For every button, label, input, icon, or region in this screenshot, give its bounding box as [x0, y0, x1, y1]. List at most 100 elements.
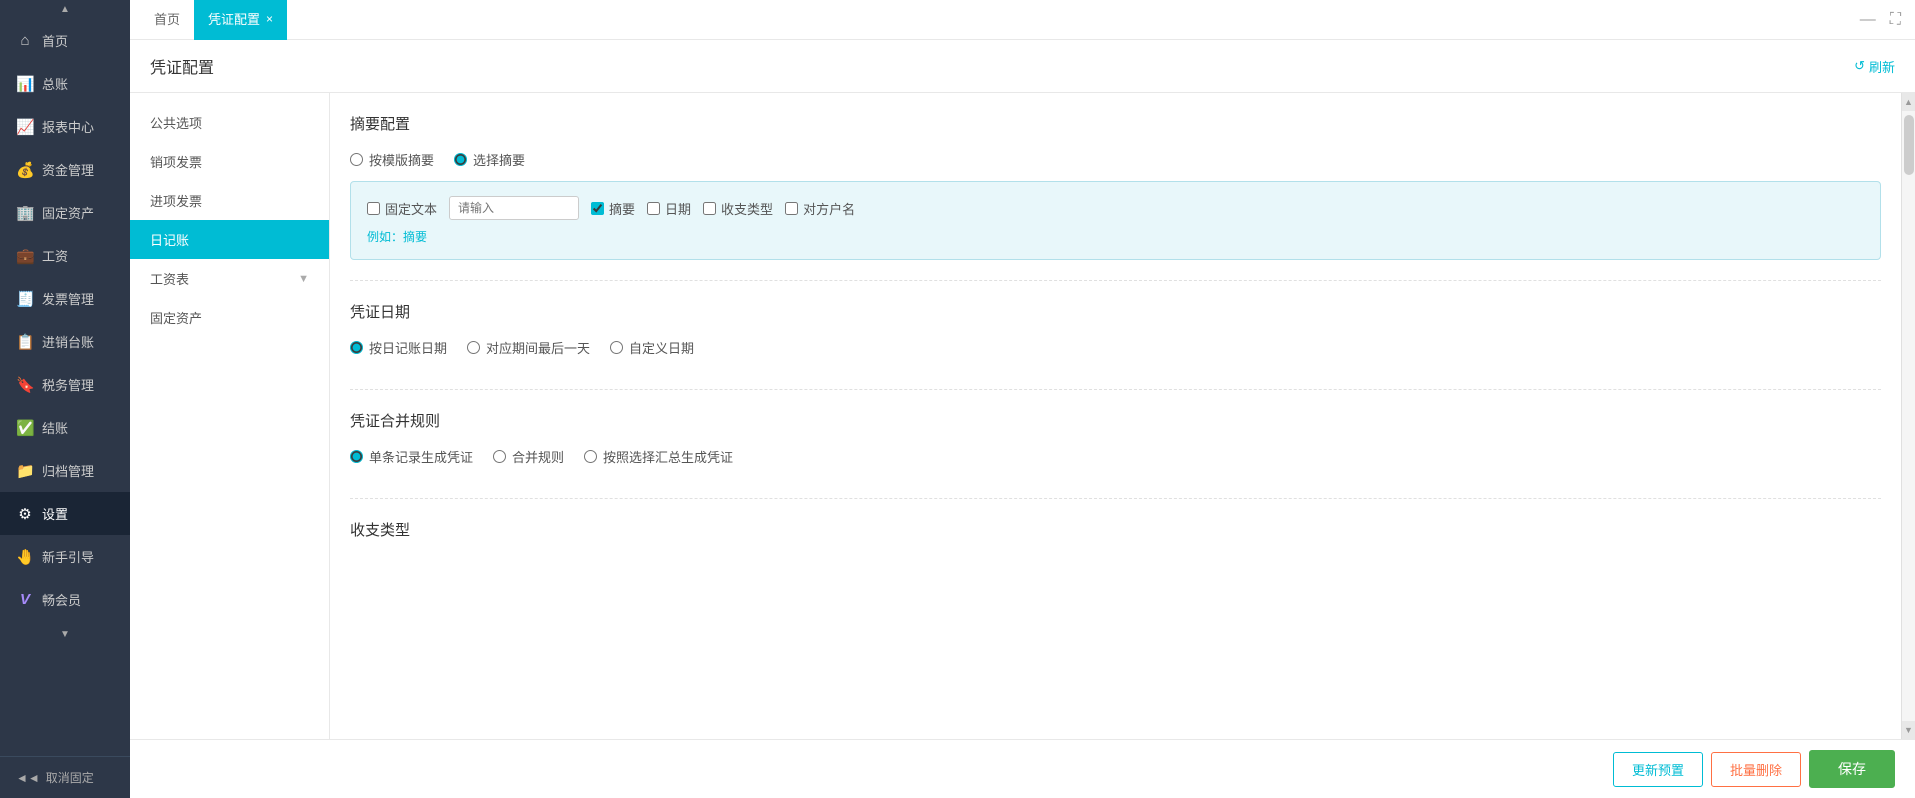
- archive-icon: 📁: [16, 462, 34, 480]
- summary-section-title: 摘要配置: [350, 113, 1881, 134]
- radio-journal-date[interactable]: 按日记账日期: [350, 338, 447, 357]
- footer-buttons: 更新预置 批量删除 保存: [130, 739, 1915, 798]
- tab-bar: 首页 凭证配置 × — ⛶: [130, 0, 1915, 40]
- merge-radio[interactable]: [493, 450, 506, 463]
- merge-rules-radio-group: 单条记录生成凭证 合并规则 按照选择汇总生成凭证: [350, 447, 1881, 466]
- left-nav-salary[interactable]: 工资表 ▼: [130, 259, 329, 298]
- settle-icon: ✅: [16, 419, 34, 437]
- left-nav-purchase[interactable]: 进项发票: [130, 181, 329, 220]
- sidebar-item-tax[interactable]: 🔖 税务管理: [0, 363, 130, 406]
- content-header: 凭证配置 ↺ 刷新: [130, 40, 1915, 93]
- sidebar-item-guide[interactable]: 🤚 新手引导: [0, 535, 130, 578]
- left-nav-public[interactable]: 公共选项: [130, 103, 329, 142]
- sidebar-item-purchase[interactable]: 📋 进销台账: [0, 320, 130, 363]
- checkbox-fixed-text[interactable]: 固定文本: [367, 199, 437, 218]
- funds-icon: 💰: [16, 161, 34, 179]
- summary-checkbox-row: 固定文本 摘要 日期 收支类型: [367, 196, 1864, 220]
- income-type-section: 收支类型: [350, 519, 1881, 576]
- sidebar-bottom: ◄◄ 取消固定: [0, 756, 130, 798]
- unpin-icon: ◄◄: [16, 771, 40, 785]
- summary-radio-group: 按模版摘要 选择摘要: [350, 150, 1881, 169]
- last-day-radio[interactable]: [467, 341, 480, 354]
- tab-controls: — ⛶: [1856, 9, 1905, 31]
- checkbox-income-type[interactable]: 收支类型: [703, 199, 773, 218]
- radio-merge[interactable]: 合并规则: [493, 447, 564, 466]
- summary-checkbox[interactable]: [591, 202, 604, 215]
- purchase-icon: 📋: [16, 333, 34, 351]
- summary-config-section: 摘要配置 按模版摘要 选择摘要 固定文本: [350, 113, 1881, 281]
- expand-icon: ▼: [298, 273, 309, 285]
- scroll-thumb[interactable]: [1904, 115, 1914, 175]
- checkbox-summary[interactable]: 摘要: [591, 199, 635, 218]
- right-content: 摘要配置 按模版摘要 选择摘要 固定文本: [330, 93, 1901, 739]
- radio-single[interactable]: 单条记录生成凭证: [350, 447, 473, 466]
- summary-radio-select[interactable]: 选择摘要: [454, 150, 525, 169]
- tab-close-icon[interactable]: ×: [266, 12, 273, 26]
- date-checkbox[interactable]: [647, 202, 660, 215]
- sidebar-item-funds[interactable]: 💰 资金管理: [0, 148, 130, 191]
- radio-last-day[interactable]: 对应期间最后一天: [467, 338, 590, 357]
- example-text: 例如：摘要: [367, 228, 1864, 245]
- sidebar-item-settings[interactable]: ⚙ 设置: [0, 492, 130, 535]
- refresh-button[interactable]: ↺ 刷新: [1854, 57, 1895, 76]
- tax-icon: 🔖: [16, 376, 34, 394]
- sidebar-scroll-down[interactable]: ▼: [0, 625, 130, 644]
- sidebar-item-archive[interactable]: 📁 归档管理: [0, 449, 130, 492]
- save-button[interactable]: 保存: [1809, 750, 1895, 788]
- left-nav: 公共选项 销项发票 进项发票 日记账 工资表 ▼ 固定资产: [130, 93, 330, 739]
- voucher-date-radio-group: 按日记账日期 对应期间最后一天 自定义日期: [350, 338, 1881, 357]
- voucher-date-section: 凭证日期 按日记账日期 对应期间最后一天 自定义日期: [350, 301, 1881, 390]
- scroll-down-button[interactable]: ▼: [1902, 721, 1915, 739]
- single-radio[interactable]: [350, 450, 363, 463]
- summary-template-radio[interactable]: [350, 153, 363, 166]
- sidebar-item-settle[interactable]: ✅ 结账: [0, 406, 130, 449]
- left-nav-sales[interactable]: 销项发票: [130, 142, 329, 181]
- update-preview-button[interactable]: 更新预置: [1613, 752, 1703, 787]
- select-merge-radio[interactable]: [584, 450, 597, 463]
- main-wrapper: 首页 凭证配置 × — ⛶ 凭证配置 ↺ 刷新 公共选项 销项发票 进项: [130, 0, 1915, 798]
- sidebar-scroll-up[interactable]: ▲: [0, 0, 130, 19]
- settings-icon: ⚙: [16, 505, 34, 523]
- summary-select-radio[interactable]: [454, 153, 467, 166]
- page-scrollbar: ▲ ▼: [1901, 93, 1915, 739]
- summary-radio-template[interactable]: 按模版摘要: [350, 150, 434, 169]
- tab-expand-button[interactable]: ⛶: [1886, 9, 1905, 31]
- voucher-date-title: 凭证日期: [350, 301, 1881, 322]
- sidebar-unpin[interactable]: ◄◄ 取消固定: [0, 757, 130, 798]
- checkbox-counterpart[interactable]: 对方户名: [785, 199, 855, 218]
- sidebar-item-reports[interactable]: 📈 报表中心: [0, 105, 130, 148]
- tab-home[interactable]: 首页: [140, 0, 194, 40]
- assets-icon: 🏢: [16, 204, 34, 222]
- scroll-up-button[interactable]: ▲: [1902, 93, 1915, 111]
- tab-minimize-button[interactable]: —: [1856, 9, 1880, 31]
- sidebar-item-ledger[interactable]: 📊 总账: [0, 62, 130, 105]
- ledger-icon: 📊: [16, 75, 34, 93]
- merge-rules-section: 凭证合并规则 单条记录生成凭证 合并规则 按照选择汇总生成凭证: [350, 410, 1881, 499]
- left-nav-assets[interactable]: 固定资产: [130, 298, 329, 337]
- income-type-checkbox[interactable]: [703, 202, 716, 215]
- sidebar-item-home[interactable]: ⌂ 首页: [0, 19, 130, 62]
- batch-delete-button[interactable]: 批量删除: [1711, 752, 1801, 787]
- guide-icon: 🤚: [16, 548, 34, 566]
- checkbox-date[interactable]: 日期: [647, 199, 691, 218]
- journal-date-radio[interactable]: [350, 341, 363, 354]
- home-icon: ⌂: [16, 32, 34, 49]
- vip-icon: V: [16, 591, 34, 608]
- tab-voucher-config[interactable]: 凭证配置 ×: [194, 0, 287, 40]
- radio-custom-date[interactable]: 自定义日期: [610, 338, 694, 357]
- fixed-text-input[interactable]: [449, 196, 579, 220]
- invoice-icon: 🧾: [16, 290, 34, 308]
- sidebar-item-salary[interactable]: 💼 工资: [0, 234, 130, 277]
- left-nav-journal[interactable]: 日记账: [130, 220, 329, 259]
- summary-config-box: 固定文本 摘要 日期 收支类型: [350, 181, 1881, 260]
- sidebar-item-invoice[interactable]: 🧾 发票管理: [0, 277, 130, 320]
- counterpart-checkbox[interactable]: [785, 202, 798, 215]
- custom-date-radio[interactable]: [610, 341, 623, 354]
- fixed-text-checkbox[interactable]: [367, 202, 380, 215]
- refresh-icon: ↺: [1854, 58, 1865, 74]
- sidebar-item-vip[interactable]: V 畅会员: [0, 578, 130, 621]
- reports-icon: 📈: [16, 118, 34, 136]
- radio-select-merge[interactable]: 按照选择汇总生成凭证: [584, 447, 733, 466]
- salary-icon: 💼: [16, 247, 34, 265]
- sidebar-item-assets[interactable]: 🏢 固定资产: [0, 191, 130, 234]
